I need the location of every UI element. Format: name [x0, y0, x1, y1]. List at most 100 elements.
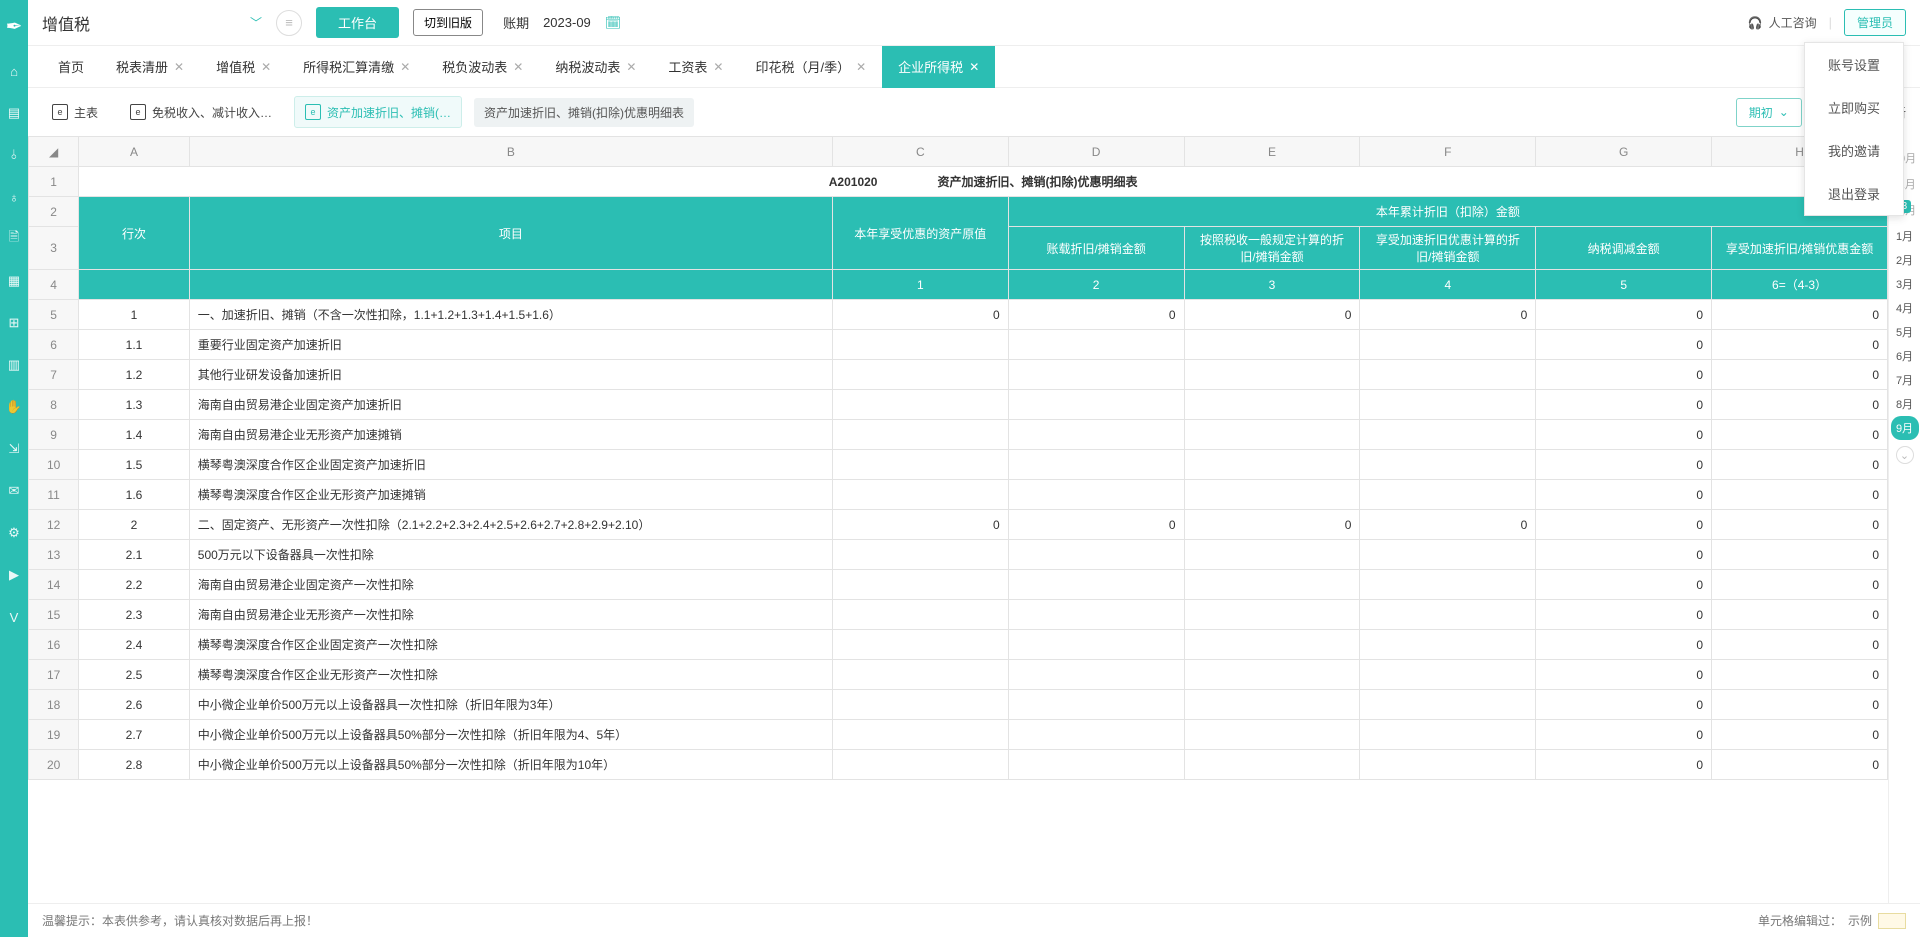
cell[interactable]: 0: [1536, 630, 1712, 660]
col-header[interactable]: E: [1184, 137, 1360, 167]
cell[interactable]: 0: [1536, 360, 1712, 390]
cell[interactable]: 纳税调减金额: [1536, 227, 1712, 270]
cell[interactable]: 海南自由贸易港企业固定资产加速折旧: [189, 390, 832, 420]
cell[interactable]: [1360, 750, 1536, 780]
cell[interactable]: 0: [1712, 420, 1888, 450]
cell[interactable]: 横琴粤澳深度合作区企业无形资产一次性扣除: [189, 660, 832, 690]
row-header[interactable]: 3: [29, 227, 79, 270]
cell[interactable]: [79, 270, 190, 300]
cell[interactable]: 1: [79, 300, 190, 330]
period-mode-dropdown[interactable]: 期初 ⌄: [1736, 98, 1802, 127]
cell[interactable]: [1008, 690, 1184, 720]
cell[interactable]: 0: [1008, 300, 1184, 330]
cell[interactable]: [1008, 480, 1184, 510]
inbox-icon[interactable]: ✉: [3, 480, 25, 502]
bag-icon[interactable]: ♁: [3, 186, 25, 208]
cell[interactable]: 0: [1184, 510, 1360, 540]
row-header[interactable]: 19: [29, 720, 79, 750]
row-header[interactable]: 12: [29, 510, 79, 540]
home-icon[interactable]: ⌂: [3, 60, 25, 82]
cell[interactable]: [1008, 570, 1184, 600]
admin-button[interactable]: 管理员: [1844, 9, 1906, 36]
cell[interactable]: [1360, 660, 1536, 690]
cell[interactable]: [1360, 450, 1536, 480]
cell[interactable]: [832, 720, 1008, 750]
hand-icon[interactable]: ✋: [3, 396, 25, 418]
row-header[interactable]: 14: [29, 570, 79, 600]
cell[interactable]: [1184, 540, 1360, 570]
cell[interactable]: [832, 600, 1008, 630]
cell[interactable]: 2.8: [79, 750, 190, 780]
chart-icon[interactable]: ⫰: [3, 144, 25, 166]
cell[interactable]: 0: [1536, 600, 1712, 630]
sheet-tab-exempt[interactable]: e 免税收入、减计收入…: [120, 96, 282, 128]
cell[interactable]: [1360, 420, 1536, 450]
month-item[interactable]: 3月: [1891, 272, 1919, 296]
row-header[interactable]: 17: [29, 660, 79, 690]
cell[interactable]: [832, 690, 1008, 720]
month-item[interactable]: 4月: [1891, 296, 1919, 320]
cell[interactable]: 中小微企业单价500万元以上设备器具50%部分一次性扣除（折旧年限为4、5年）: [189, 720, 832, 750]
month-item[interactable]: 7月: [1891, 368, 1919, 392]
cell[interactable]: [1008, 330, 1184, 360]
sheet-tab-main[interactable]: e 主表: [42, 96, 108, 128]
cell[interactable]: [1184, 570, 1360, 600]
cell[interactable]: 重要行业固定资产加速折旧: [189, 330, 832, 360]
cell[interactable]: 海南自由贸易港企业无形资产加速摊销: [189, 420, 832, 450]
row-header[interactable]: 8: [29, 390, 79, 420]
cell[interactable]: 中小微企业单价500万元以上设备器具一次性扣除（折旧年限为3年）: [189, 690, 832, 720]
cell[interactable]: [1184, 330, 1360, 360]
cell[interactable]: [832, 750, 1008, 780]
clipboard-icon[interactable]: 🗎: [3, 228, 25, 250]
cell[interactable]: [1360, 720, 1536, 750]
menu-item-buy[interactable]: 立即购买: [1805, 86, 1903, 129]
tab-印花税（月/季）[interactable]: 印花税（月/季）✕: [739, 46, 882, 88]
sheet-tab-active[interactable]: e 资产加速折旧、摊销(…: [294, 96, 462, 128]
cell[interactable]: 1.6: [79, 480, 190, 510]
cell[interactable]: 0: [832, 300, 1008, 330]
ledger-icon[interactable]: ▦: [3, 270, 25, 292]
cell[interactable]: 按照税收一般规定计算的折旧/摊销金额: [1184, 227, 1360, 270]
row-header[interactable]: 10: [29, 450, 79, 480]
cell[interactable]: 横琴粤澳深度合作区企业无形资产加速摊销: [189, 480, 832, 510]
cell[interactable]: 0: [1536, 510, 1712, 540]
row-header[interactable]: 2: [29, 197, 79, 227]
tab-增值税[interactable]: 增值税✕: [200, 46, 287, 88]
cell[interactable]: [1360, 570, 1536, 600]
cell[interactable]: 0: [1536, 750, 1712, 780]
cell[interactable]: 0: [1712, 690, 1888, 720]
close-icon[interactable]: ✕: [969, 60, 979, 74]
cell[interactable]: 6=（4-3）: [1712, 270, 1888, 300]
month-scroll-down-icon[interactable]: ⌄: [1896, 446, 1914, 464]
v-icon[interactable]: V: [3, 606, 25, 628]
tab-企业所得税[interactable]: 企业所得税✕: [882, 46, 995, 88]
cell[interactable]: [832, 330, 1008, 360]
close-icon[interactable]: ✕: [174, 60, 184, 74]
row-header[interactable]: 18: [29, 690, 79, 720]
cell[interactable]: 1.5: [79, 450, 190, 480]
cell[interactable]: 0: [1536, 720, 1712, 750]
cell[interactable]: [832, 360, 1008, 390]
menu-item-invite[interactable]: 我的邀请: [1805, 129, 1903, 172]
cell[interactable]: [1184, 720, 1360, 750]
cell[interactable]: 0: [1008, 510, 1184, 540]
cell[interactable]: 0: [1712, 450, 1888, 480]
cell[interactable]: 二、固定资产、无形资产一次性扣除（2.1+2.2+2.3+2.4+2.5+2.6…: [189, 510, 832, 540]
cell[interactable]: [1008, 360, 1184, 390]
cell[interactable]: 0: [1536, 300, 1712, 330]
cell[interactable]: [832, 660, 1008, 690]
cell[interactable]: 享受加速折旧优惠计算的折旧/摊销金额: [1360, 227, 1536, 270]
row-header[interactable]: 6: [29, 330, 79, 360]
cell[interactable]: 0: [1536, 330, 1712, 360]
row-header[interactable]: 7: [29, 360, 79, 390]
cell[interactable]: 中小微企业单价500万元以上设备器具50%部分一次性扣除（折旧年限为10年）: [189, 750, 832, 780]
cell[interactable]: [1360, 540, 1536, 570]
cell[interactable]: 0: [1536, 570, 1712, 600]
play-icon[interactable]: ▶: [3, 564, 25, 586]
cell[interactable]: 2.1: [79, 540, 190, 570]
cell[interactable]: 0: [1712, 720, 1888, 750]
cell[interactable]: 享受加速折旧/摊销优惠金额: [1712, 227, 1888, 270]
cell[interactable]: 0: [1712, 510, 1888, 540]
col-header[interactable]: B: [189, 137, 832, 167]
sheet-scroll[interactable]: ◢ A B C D E F G H 1A201020资产加速折旧、摊销(扣除)优…: [28, 136, 1888, 903]
